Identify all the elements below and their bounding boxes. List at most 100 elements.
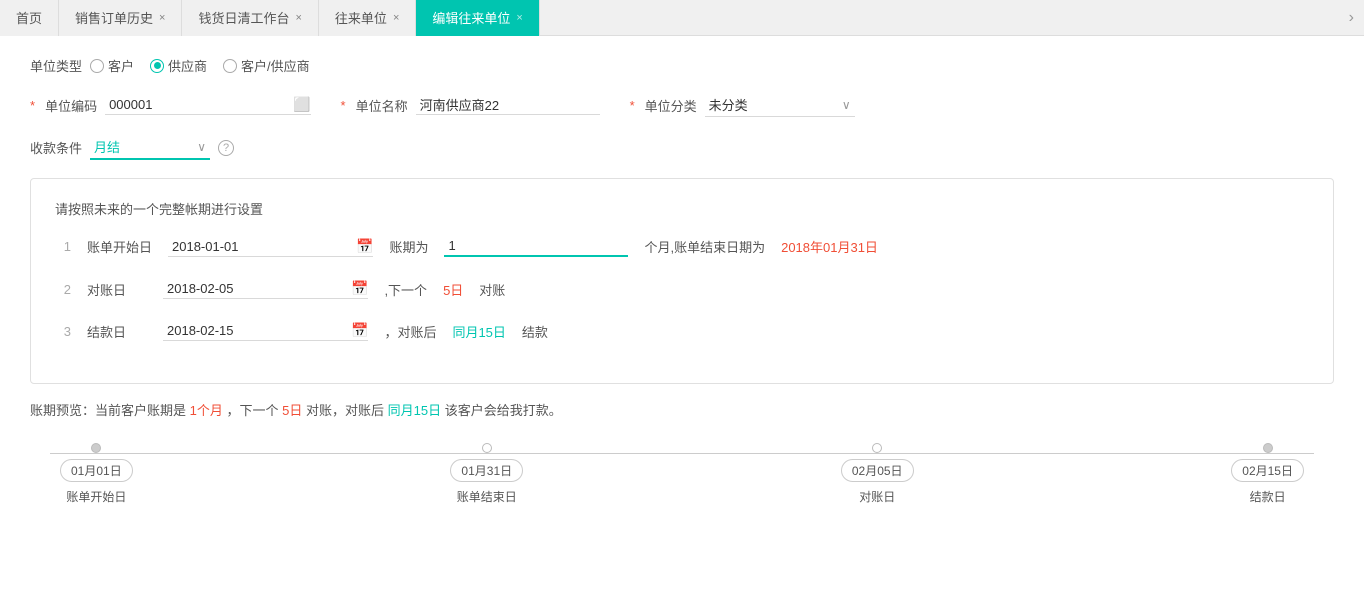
payment-value: 月结 bbox=[94, 137, 193, 156]
radio-supplier[interactable]: 供应商 bbox=[150, 56, 207, 75]
unit-category-field: * 单位分类 未分类 ∨ bbox=[630, 93, 855, 117]
unit-category-label: 单位分类 bbox=[645, 96, 697, 115]
tab-edit-partner[interactable]: 编辑往来单位 × bbox=[416, 0, 539, 36]
tab-edit-partner-close-icon[interactable]: × bbox=[516, 12, 522, 24]
tl-dot-end bbox=[482, 443, 492, 453]
row-2-date-input: 📅 bbox=[163, 279, 368, 299]
radio-supplier-label: 供应商 bbox=[168, 56, 207, 75]
tl-label-end: 账单结束日 bbox=[457, 488, 517, 505]
tabs-expand-icon[interactable]: › bbox=[1339, 9, 1364, 27]
tab-edit-partner-label: 编辑往来单位 bbox=[432, 8, 510, 27]
box-title: 请按照未来的一个完整帐期进行设置 bbox=[55, 199, 1309, 218]
setting-row-1: 1 账单开始日 📅 账期为 个月,账单结束日期为 2018年01月31日 bbox=[55, 236, 1309, 257]
row-1-highlight: 2018年01月31日 bbox=[781, 237, 878, 256]
row-1-label: 账单开始日 bbox=[87, 237, 152, 256]
unit-code-input[interactable] bbox=[105, 95, 289, 114]
row-2-num: 2 bbox=[55, 282, 71, 297]
unit-type-radio-group: 客户 供应商 客户/供应商 bbox=[90, 56, 310, 75]
tl-dot-pay bbox=[1263, 443, 1273, 453]
row-1-num: 1 bbox=[55, 239, 71, 254]
row-3-label: 结款日 bbox=[87, 322, 147, 341]
row-3-highlight: 同月15日 bbox=[452, 322, 505, 341]
timeline-point-end: 01月31日 账单结束日 bbox=[450, 443, 523, 505]
unit-code-input-wrapper: ⬜ bbox=[105, 95, 310, 115]
preview-mid1: ，下一个 bbox=[227, 403, 279, 418]
setting-row-2: 2 对账日 📅 ,下一个 5日 对账 bbox=[55, 279, 1309, 299]
tab-home[interactable]: 首页 bbox=[0, 0, 59, 36]
tl-dot-reconcile bbox=[872, 443, 882, 453]
payment-row: 收款条件 月结 ∨ ? bbox=[30, 135, 1334, 160]
tl-label-reconcile: 对账日 bbox=[859, 488, 895, 505]
tab-partner-close-icon[interactable]: × bbox=[393, 12, 399, 24]
unit-category-select[interactable]: 未分类 ∨ bbox=[705, 93, 855, 117]
row-3-num: 3 bbox=[55, 324, 71, 339]
period-value-input[interactable] bbox=[444, 236, 628, 255]
row-2-date-field[interactable] bbox=[163, 279, 347, 298]
preview-mid2: 对账，对账后 bbox=[306, 403, 384, 418]
radio-both-circle bbox=[223, 59, 237, 73]
tabs-bar: 首页 销售订单历史 × 钱货日清工作台 × 往来单位 × 编辑往来单位 × › bbox=[0, 0, 1364, 36]
unit-category-star: * bbox=[630, 98, 635, 113]
tl-badge-reconcile: 02月05日 bbox=[841, 459, 914, 482]
row-1-date-input: 📅 bbox=[168, 237, 373, 257]
unit-category-value: 未分类 bbox=[709, 95, 838, 114]
radio-customer[interactable]: 客户 bbox=[90, 56, 134, 75]
unit-code-field: * 单位编码 ⬜ bbox=[30, 95, 311, 115]
radio-customer-label: 客户 bbox=[108, 56, 134, 75]
tab-sales-history-close-icon[interactable]: × bbox=[159, 12, 165, 24]
row-3-date-field[interactable] bbox=[163, 321, 347, 340]
payment-select[interactable]: 月结 ∨ bbox=[90, 135, 210, 160]
timeline-point-start: 01月01日 账单开始日 bbox=[60, 443, 133, 505]
row-1-suffix-after: 个月,账单结束日期为 bbox=[644, 237, 765, 256]
radio-customer-circle bbox=[90, 59, 104, 73]
tl-badge-start: 01月01日 bbox=[60, 459, 133, 482]
setting-row-3: 3 结款日 📅 ，对账后 同月15日 结款 bbox=[55, 321, 1309, 341]
row-1-date-field[interactable] bbox=[168, 237, 352, 256]
unit-code-star: * bbox=[30, 98, 35, 113]
unit-info-row: * 单位编码 ⬜ * 单位名称 * 单位分类 未分类 ∨ bbox=[30, 93, 1334, 117]
unit-name-input[interactable] bbox=[416, 95, 600, 115]
row-3-suffix-after: 结款 bbox=[522, 322, 548, 341]
unit-code-copy-icon[interactable]: ⬜ bbox=[293, 96, 310, 113]
row-3-date-input: 📅 bbox=[163, 321, 368, 341]
tl-badge-pay: 02月15日 bbox=[1231, 459, 1304, 482]
tab-sales-history-label: 销售订单历史 bbox=[75, 8, 153, 27]
tl-dot-start bbox=[91, 443, 101, 453]
settings-box: 请按照未来的一个完整帐期进行设置 1 账单开始日 📅 账期为 个月,账单结束日期… bbox=[30, 178, 1334, 384]
timeline-container: 01月01日 账单开始日 01月31日 账单结束日 02月05日 对账日 02月… bbox=[30, 443, 1334, 505]
tab-cash-work-close-icon[interactable]: × bbox=[295, 12, 301, 24]
preview-part3: 同月15日 bbox=[388, 403, 441, 418]
row-3-calendar-icon[interactable]: 📅 bbox=[351, 322, 368, 339]
tab-cash-work-label: 钱货日清工作台 bbox=[198, 8, 289, 27]
period-input bbox=[444, 236, 628, 257]
preview-section: 账期预览：当前客户账期是 1个月 ，下一个 5日 对账，对账后 同月15日 该客… bbox=[30, 400, 1334, 419]
tab-home-label: 首页 bbox=[16, 8, 42, 27]
unit-name-star: * bbox=[341, 98, 346, 113]
tab-partner-label: 往来单位 bbox=[335, 8, 387, 27]
unit-name-field: * 单位名称 bbox=[341, 95, 600, 115]
payment-label: 收款条件 bbox=[30, 138, 82, 157]
unit-code-label: 单位编码 bbox=[45, 96, 97, 115]
preview-part2: 5日 bbox=[282, 403, 302, 418]
payment-field: 收款条件 月结 ∨ ? bbox=[30, 135, 234, 160]
preview-suffix: 该客户会给我打款。 bbox=[445, 403, 562, 418]
row-1-suffix-before: 账期为 bbox=[389, 237, 428, 256]
unit-type-row: 单位类型 客户 供应商 客户/供应商 bbox=[30, 56, 1334, 75]
tl-badge-end: 01月31日 bbox=[450, 459, 523, 482]
radio-supplier-circle bbox=[150, 59, 164, 73]
unit-category-chevron-icon: ∨ bbox=[842, 98, 851, 112]
row-2-suffix-comma: ,下一个 bbox=[384, 280, 427, 299]
tab-partner[interactable]: 往来单位 × bbox=[319, 0, 416, 36]
help-icon[interactable]: ? bbox=[218, 140, 234, 156]
payment-chevron-icon: ∨ bbox=[197, 140, 206, 154]
timeline-points: 01月01日 账单开始日 01月31日 账单结束日 02月05日 对账日 02月… bbox=[60, 443, 1304, 505]
row-2-calendar-icon[interactable]: 📅 bbox=[351, 280, 368, 297]
row-1-calendar-icon[interactable]: 📅 bbox=[356, 238, 373, 255]
unit-type-field: 单位类型 客户 供应商 客户/供应商 bbox=[30, 56, 310, 75]
tab-sales-history[interactable]: 销售订单历史 × bbox=[59, 0, 182, 36]
radio-both[interactable]: 客户/供应商 bbox=[223, 56, 310, 75]
row-2-highlight: 5日 bbox=[443, 280, 463, 299]
radio-both-label: 客户/供应商 bbox=[241, 56, 310, 75]
timeline-point-reconcile: 02月05日 对账日 bbox=[841, 443, 914, 505]
tab-cash-work[interactable]: 钱货日清工作台 × bbox=[182, 0, 318, 36]
